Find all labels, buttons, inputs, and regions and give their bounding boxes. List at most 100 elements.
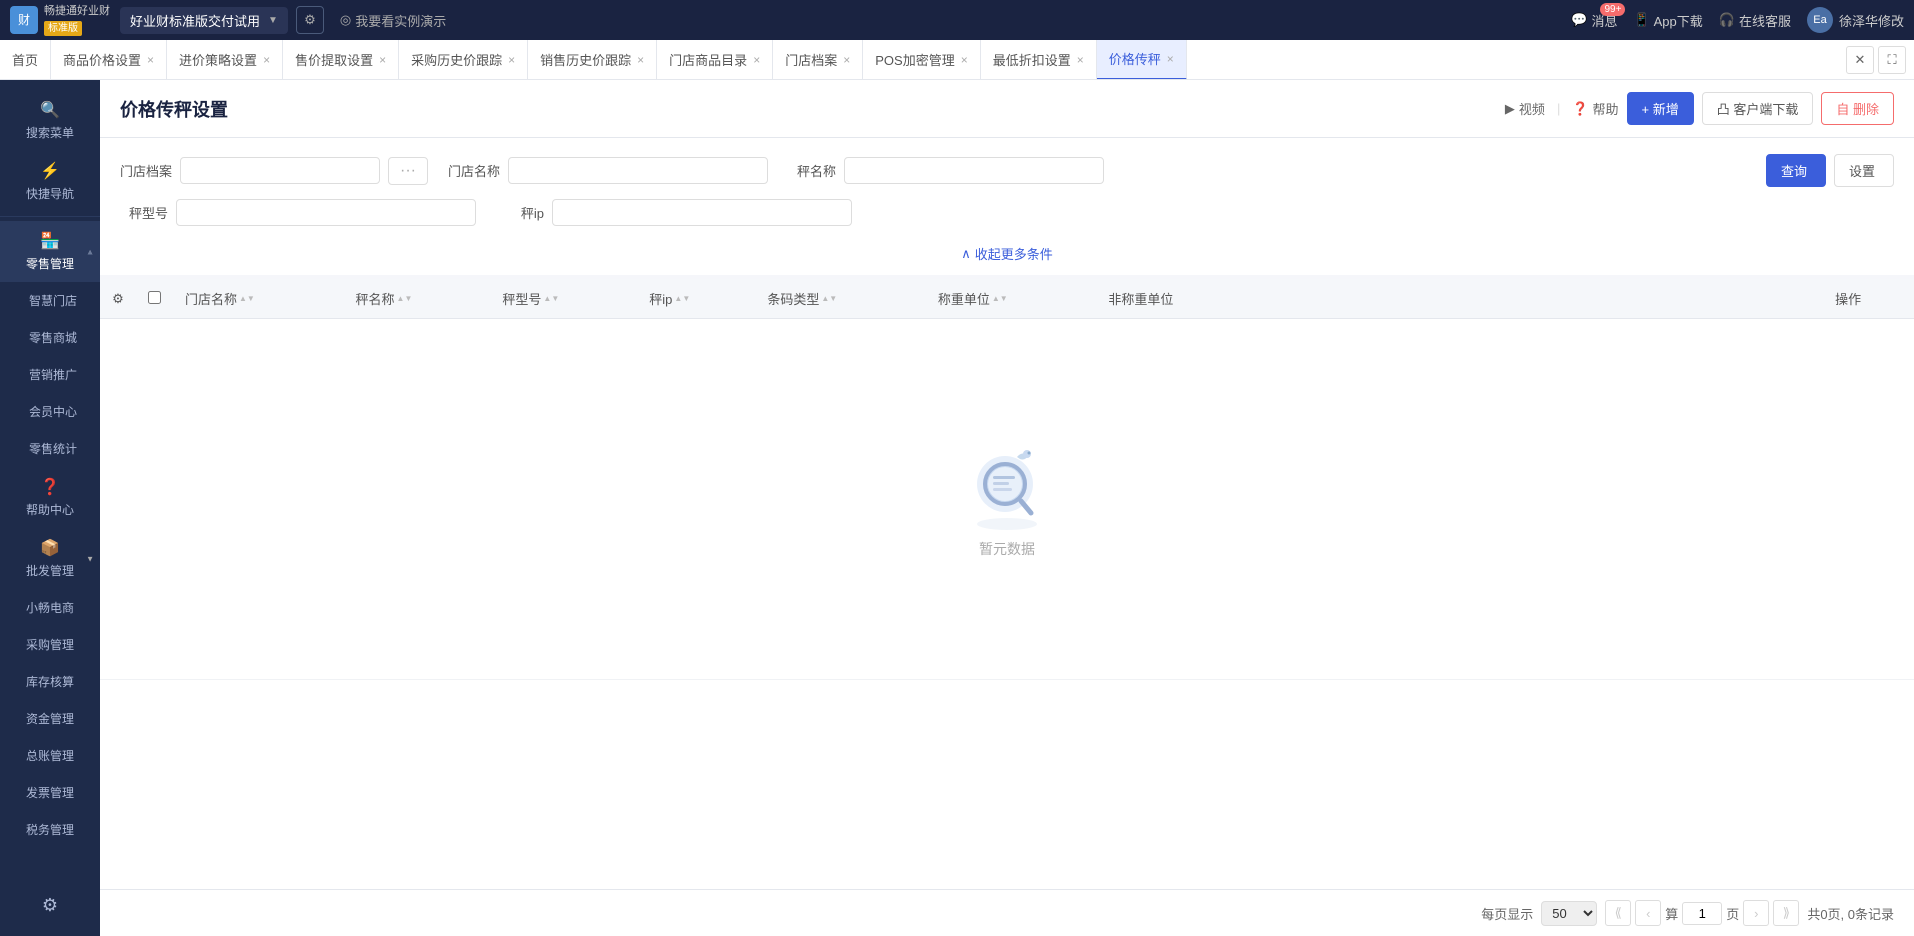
sidebar-item-help-center[interactable]: ❓ 帮助中心 <box>0 467 100 528</box>
store-file-more-button[interactable]: ··· <box>388 157 428 185</box>
product-settings-button[interactable]: ⚙ <box>296 6 324 34</box>
close-tab-icon[interactable]: × <box>753 53 760 67</box>
separator: | <box>1557 101 1560 116</box>
sidebar-item-tax[interactable]: 税务管理 <box>0 811 100 848</box>
tab-price-settings[interactable]: 商品价格设置 × <box>51 40 167 80</box>
sort-arrows-icon: ▲▼ <box>674 295 690 303</box>
app-download-button[interactable]: 📱 App下载 <box>1633 11 1702 30</box>
maximize-tab-button[interactable]: ⛶ <box>1878 46 1906 74</box>
store-file-input[interactable] <box>180 157 380 184</box>
tab-bar-actions: ✕ ⛶ <box>1846 46 1914 74</box>
per-page-select[interactable]: 50 10 20 100 <box>1541 901 1597 926</box>
sidebar-item-invoice[interactable]: 发票管理 <box>0 774 100 811</box>
pagination-bar: 每页显示 50 10 20 100 ⟪ ‹ 算 页 › ⟫ 共0页, 0条记录 <box>100 889 1914 936</box>
video-link[interactable]: ▶ 视频 <box>1505 99 1545 118</box>
tab-store-file[interactable]: 门店档案 × <box>773 40 863 80</box>
collapse-bar[interactable]: ∧ 收起更多条件 <box>120 238 1894 267</box>
scale-name-input[interactable] <box>844 157 1104 184</box>
close-tab-icon[interactable]: × <box>263 53 270 67</box>
sort-arrows-icon: ▲▼ <box>239 295 255 303</box>
tab-min-discount[interactable]: 最低折扣设置 × <box>981 40 1097 80</box>
scale-name-field: 秤名称 <box>788 157 1104 184</box>
sidebar-item-member[interactable]: 会员中心 <box>0 393 100 430</box>
close-tab-icon[interactable]: × <box>1077 53 1084 67</box>
online-service-button[interactable]: 🎧 在线客服 <box>1719 11 1791 30</box>
page-label-after: 页 <box>1726 904 1739 923</box>
sidebar-item-wholesale[interactable]: 📦 批发管理 ▼ <box>0 528 100 589</box>
user-area[interactable]: Ea 徐泽华修改 <box>1807 7 1904 33</box>
chevron-down-icon: ▼ <box>268 15 278 26</box>
scale-model-input[interactable] <box>176 199 476 226</box>
sidebar-item-marketing[interactable]: 营销推广 <box>0 356 100 393</box>
close-tab-icon[interactable]: × <box>637 53 644 67</box>
sidebar-item-retail-stats[interactable]: 零售统计 <box>0 430 100 467</box>
chevron-up-icon: ∧ <box>961 246 971 262</box>
app-logo-icon: 财 <box>10 6 38 34</box>
tab-pos-encrypt[interactable]: POS加密管理 × <box>863 40 980 80</box>
messages-button[interactable]: 💬 消息 99+ <box>1571 11 1617 30</box>
last-page-button[interactable]: ⟫ <box>1773 900 1799 926</box>
tab-bar: 首页 商品价格设置 × 进价策略设置 × 售价提取设置 × 采购历史价跟踪 × … <box>0 40 1914 80</box>
sidebar-item-mini-ecom[interactable]: 小畅电商 <box>0 589 100 626</box>
sidebar-item-retail-manage[interactable]: 🏪 零售管理 ▲ <box>0 221 100 282</box>
per-page-label: 每页显示 <box>1481 904 1533 923</box>
close-tab-icon[interactable]: × <box>1167 52 1174 66</box>
sidebar-settings-button[interactable]: ⚙ <box>0 885 100 926</box>
demo-link[interactable]: ◎ 我要看实例演示 <box>340 11 446 30</box>
empty-illustration <box>957 439 1057 539</box>
close-tab-icon[interactable]: × <box>508 53 515 67</box>
avatar: Ea <box>1807 7 1833 33</box>
scale-model-label: 秤型号 <box>120 203 168 222</box>
table-body: 暂元数据 <box>100 319 1914 680</box>
sidebar-item-general-account[interactable]: 总账管理 <box>0 737 100 774</box>
download-button[interactable]: 凸 客户端下载 <box>1702 92 1814 125</box>
close-tab-icon[interactable]: × <box>961 53 968 67</box>
th-weight-unit: 称重单位 ▲▼ <box>926 279 1097 319</box>
tab-purchase-strategy[interactable]: 进价策略设置 × <box>167 40 283 80</box>
close-tab-icon[interactable]: × <box>843 53 850 67</box>
headset-icon: 🎧 <box>1719 12 1735 28</box>
store-file-label: 门店档案 <box>120 161 172 180</box>
prev-page-button[interactable]: ‹ <box>1635 900 1661 926</box>
th-scale-ip: 秤ip ▲▼ <box>637 279 755 319</box>
sidebar-item-fund[interactable]: 资金管理 <box>0 700 100 737</box>
table-settings-icon[interactable]: ⚙ <box>112 291 124 306</box>
tab-price-transmit[interactable]: 价格传秤 × <box>1097 40 1187 80</box>
tab-sale-history[interactable]: 销售历史价跟踪 × <box>528 40 657 80</box>
select-all-checkbox[interactable] <box>148 291 161 304</box>
pagination-nav: ⟪ ‹ 算 页 › ⟫ <box>1605 900 1799 926</box>
scale-ip-input[interactable] <box>552 199 852 226</box>
scale-model-field: 秤型号 <box>120 199 476 226</box>
th-action: 操作 <box>1823 279 1914 319</box>
sidebar-item-purchase[interactable]: 采购管理 <box>0 626 100 663</box>
lightning-icon: ⚡ <box>40 161 60 181</box>
sidebar-item-online-store[interactable]: 零售商城 <box>0 319 100 356</box>
settings-form-button[interactable]: 设置 <box>1834 154 1894 187</box>
sidebar-item-search[interactable]: 🔍 搜索菜单 <box>0 90 100 151</box>
first-page-button[interactable]: ⟪ <box>1605 900 1631 926</box>
sidebar-item-quick-nav[interactable]: ⚡ 快捷导航 <box>0 151 100 212</box>
close-tab-icon[interactable]: × <box>147 53 154 67</box>
delete-button[interactable]: 自 删除 <box>1821 92 1894 125</box>
content-area: 价格传秤设置 ▶ 视频 | ❓ 帮助 + 新增 凸 客户端下载 自 <box>100 80 1914 936</box>
page-number-input[interactable] <box>1682 902 1722 925</box>
tab-sale-extract[interactable]: 售价提取设置 × <box>283 40 399 80</box>
empty-state-row: 暂元数据 <box>100 319 1914 680</box>
product-selector[interactable]: 好业财标准版交付试用 ▼ <box>120 7 288 34</box>
search-form-row2: 秤型号 秤ip <box>120 199 1894 226</box>
tab-purchase-history[interactable]: 采购历史价跟踪 × <box>399 40 528 80</box>
close-tab-icon[interactable]: × <box>379 53 386 67</box>
store-name-input[interactable] <box>508 157 768 184</box>
query-button[interactable]: 查询 <box>1766 154 1826 187</box>
next-page-button[interactable]: › <box>1743 900 1769 926</box>
sidebar-item-smart-store[interactable]: 智慧门店 <box>0 282 100 319</box>
add-button[interactable]: + 新增 <box>1627 92 1694 125</box>
help-link[interactable]: ❓ 帮助 <box>1572 99 1618 118</box>
close-tab-button[interactable]: ✕ <box>1846 46 1874 74</box>
tab-store-catalog[interactable]: 门店商品目录 × <box>657 40 773 80</box>
sidebar-item-inventory[interactable]: 库存核算 <box>0 663 100 700</box>
th-checkbox <box>136 279 173 319</box>
tab-home[interactable]: 首页 <box>0 40 51 80</box>
video-icon: ▶ <box>1505 101 1515 117</box>
scale-ip-field: 秤ip <box>496 199 852 226</box>
